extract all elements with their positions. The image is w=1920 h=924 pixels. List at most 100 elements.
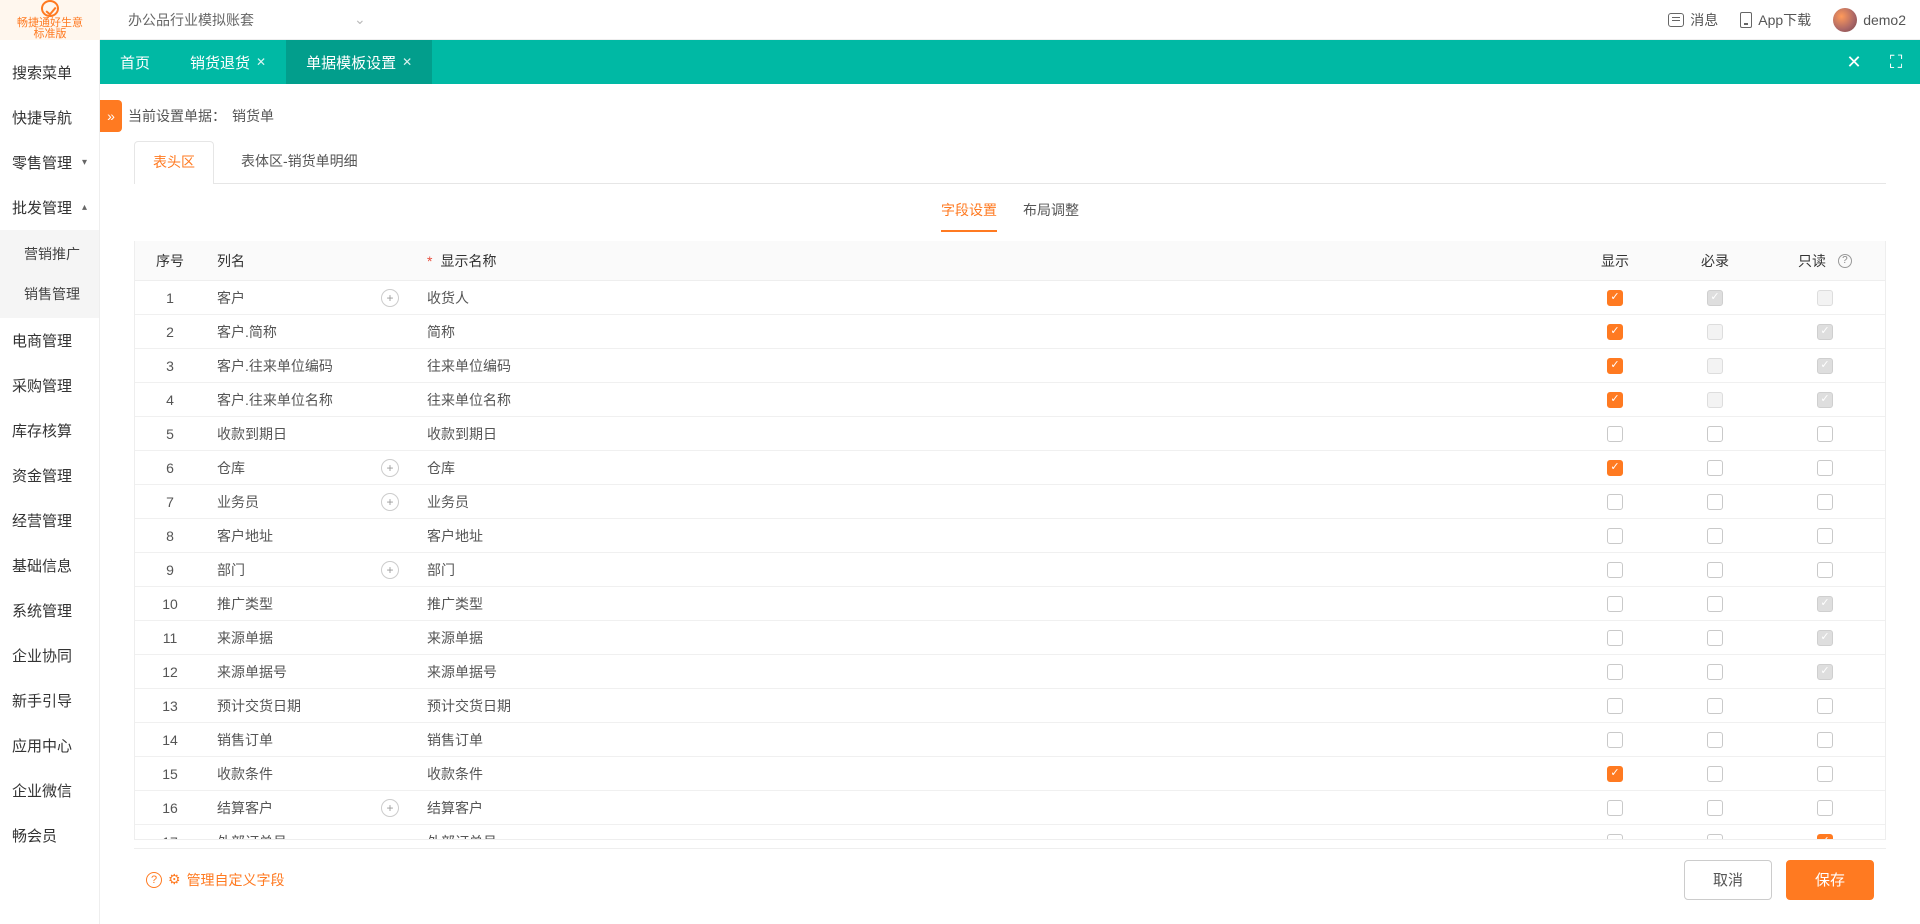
sub-tab[interactable]: 字段设置 xyxy=(941,200,997,232)
cell-dispname[interactable]: 来源单据 xyxy=(415,628,1565,648)
checkbox-show[interactable] xyxy=(1607,834,1623,840)
cell-dispname[interactable]: 部门 xyxy=(415,560,1565,580)
cell-dispname[interactable]: 业务员 xyxy=(415,492,1565,512)
cell-dispname[interactable]: 结算客户 xyxy=(415,798,1565,818)
fullscreen-button[interactable]: ⛶ xyxy=(1882,48,1910,76)
nav-item[interactable]: 基础信息 xyxy=(0,543,99,588)
tab[interactable]: 单据模板设置✕ xyxy=(286,40,432,84)
checkbox-show[interactable] xyxy=(1607,426,1623,442)
user-menu[interactable]: demo2 xyxy=(1833,8,1906,32)
checkbox-readonly[interactable] xyxy=(1817,460,1833,476)
nav-item[interactable]: 批发管理▴ xyxy=(0,185,99,230)
checkbox-required[interactable] xyxy=(1707,562,1723,578)
region-tab[interactable]: 表体区-销货单明细 xyxy=(222,140,377,183)
checkbox-readonly[interactable] xyxy=(1817,766,1833,782)
sub-tab[interactable]: 布局调整 xyxy=(1023,200,1079,232)
cell-dispname[interactable]: 收款到期日 xyxy=(415,424,1565,444)
help-icon[interactable]: ? xyxy=(1838,254,1852,268)
checkbox-required[interactable] xyxy=(1707,460,1723,476)
expand-icon[interactable]: » xyxy=(100,100,122,132)
checkbox-show[interactable] xyxy=(1607,460,1623,476)
nav-item[interactable]: 电商管理 xyxy=(0,318,99,363)
checkbox-required[interactable] xyxy=(1707,664,1723,680)
checkbox-show[interactable] xyxy=(1607,800,1623,816)
checkbox-readonly[interactable] xyxy=(1817,494,1833,510)
nav-subitem[interactable]: 销售管理 xyxy=(0,274,99,314)
checkbox-show[interactable] xyxy=(1607,290,1623,306)
cell-dispname[interactable]: 客户地址 xyxy=(415,526,1565,546)
cell-dispname[interactable]: 收货人 xyxy=(415,288,1565,308)
checkbox-readonly[interactable] xyxy=(1817,426,1833,442)
account-selector[interactable]: 办公品行业模拟账套 ⌄ xyxy=(128,10,366,30)
cell-dispname[interactable]: 外部订单号 xyxy=(415,832,1565,840)
cell-dispname[interactable]: 收款条件 xyxy=(415,764,1565,784)
brand-logo[interactable]: 畅捷通好生意 标准版 xyxy=(0,0,100,40)
nav-item[interactable]: 企业协同 xyxy=(0,633,99,678)
close-icon[interactable]: ✕ xyxy=(256,55,266,69)
checkbox-required[interactable] xyxy=(1707,834,1723,840)
add-child-button[interactable]: + xyxy=(381,799,399,817)
checkbox-readonly[interactable] xyxy=(1817,834,1833,840)
nav-item[interactable]: 搜索菜单 xyxy=(0,50,99,95)
cell-dispname[interactable]: 推广类型 xyxy=(415,594,1565,614)
nav-item[interactable]: 畅会员 xyxy=(0,813,99,858)
nav-item[interactable]: 零售管理▾ xyxy=(0,140,99,185)
checkbox-show[interactable] xyxy=(1607,698,1623,714)
checkbox-show[interactable] xyxy=(1607,494,1623,510)
add-child-button[interactable]: + xyxy=(381,493,399,511)
checkbox-required[interactable] xyxy=(1707,766,1723,782)
checkbox-show[interactable] xyxy=(1607,732,1623,748)
cell-dispname[interactable]: 简称 xyxy=(415,322,1565,342)
checkbox-required[interactable] xyxy=(1707,596,1723,612)
checkbox-show[interactable] xyxy=(1607,392,1623,408)
add-child-button[interactable]: + xyxy=(381,459,399,477)
checkbox-readonly[interactable] xyxy=(1817,528,1833,544)
add-child-button[interactable]: + xyxy=(381,561,399,579)
nav-item[interactable]: 资金管理 xyxy=(0,453,99,498)
region-tab[interactable]: 表头区 xyxy=(134,141,214,184)
nav-item[interactable]: 快捷导航 xyxy=(0,95,99,140)
save-button[interactable]: 保存 xyxy=(1786,860,1874,900)
nav-item[interactable]: 库存核算 xyxy=(0,408,99,453)
app-download-button[interactable]: App下载 xyxy=(1740,10,1811,30)
cell-dispname[interactable]: 往来单位名称 xyxy=(415,390,1565,410)
checkbox-readonly[interactable] xyxy=(1817,562,1833,578)
checkbox-required[interactable] xyxy=(1707,732,1723,748)
checkbox-show[interactable] xyxy=(1607,664,1623,680)
checkbox-required[interactable] xyxy=(1707,800,1723,816)
nav-item[interactable]: 经营管理 xyxy=(0,498,99,543)
messages-button[interactable]: 消息 xyxy=(1668,10,1718,30)
nav-subitem[interactable]: 营销推广 xyxy=(0,234,99,274)
checkbox-show[interactable] xyxy=(1607,596,1623,612)
checkbox-show[interactable] xyxy=(1607,562,1623,578)
cell-dispname[interactable]: 销售订单 xyxy=(415,730,1565,750)
checkbox-show[interactable] xyxy=(1607,630,1623,646)
checkbox-required[interactable] xyxy=(1707,426,1723,442)
cell-dispname[interactable]: 仓库 xyxy=(415,458,1565,478)
nav-item[interactable]: 新手引导 xyxy=(0,678,99,723)
checkbox-readonly[interactable] xyxy=(1817,698,1833,714)
checkbox-required[interactable] xyxy=(1707,630,1723,646)
checkbox-required[interactable] xyxy=(1707,528,1723,544)
cell-dispname[interactable]: 来源单据号 xyxy=(415,662,1565,682)
tab[interactable]: 销货退货✕ xyxy=(170,40,286,84)
manage-custom-fields-link[interactable]: ? ⚙ 管理自定义字段 xyxy=(146,870,285,890)
close-icon[interactable]: ✕ xyxy=(402,55,412,69)
table-body[interactable]: 1客户+收货人2客户.简称简称3客户.往来单位编码往来单位编码4客户.往来单位名… xyxy=(135,281,1885,839)
cell-dispname[interactable]: 预计交货日期 xyxy=(415,696,1565,716)
cancel-button[interactable]: 取消 xyxy=(1684,860,1772,900)
checkbox-show[interactable] xyxy=(1607,358,1623,374)
checkbox-show[interactable] xyxy=(1607,528,1623,544)
checkbox-readonly[interactable] xyxy=(1817,732,1833,748)
add-child-button[interactable]: + xyxy=(381,289,399,307)
nav-item[interactable]: 企业微信 xyxy=(0,768,99,813)
checkbox-show[interactable] xyxy=(1607,324,1623,340)
checkbox-show[interactable] xyxy=(1607,766,1623,782)
nav-item[interactable]: 应用中心 xyxy=(0,723,99,768)
checkbox-required[interactable] xyxy=(1707,698,1723,714)
tab[interactable]: 首页 xyxy=(100,40,170,84)
checkbox-readonly[interactable] xyxy=(1817,800,1833,816)
nav-item[interactable]: 采购管理 xyxy=(0,363,99,408)
cell-dispname[interactable]: 往来单位编码 xyxy=(415,356,1565,376)
checkbox-required[interactable] xyxy=(1707,494,1723,510)
